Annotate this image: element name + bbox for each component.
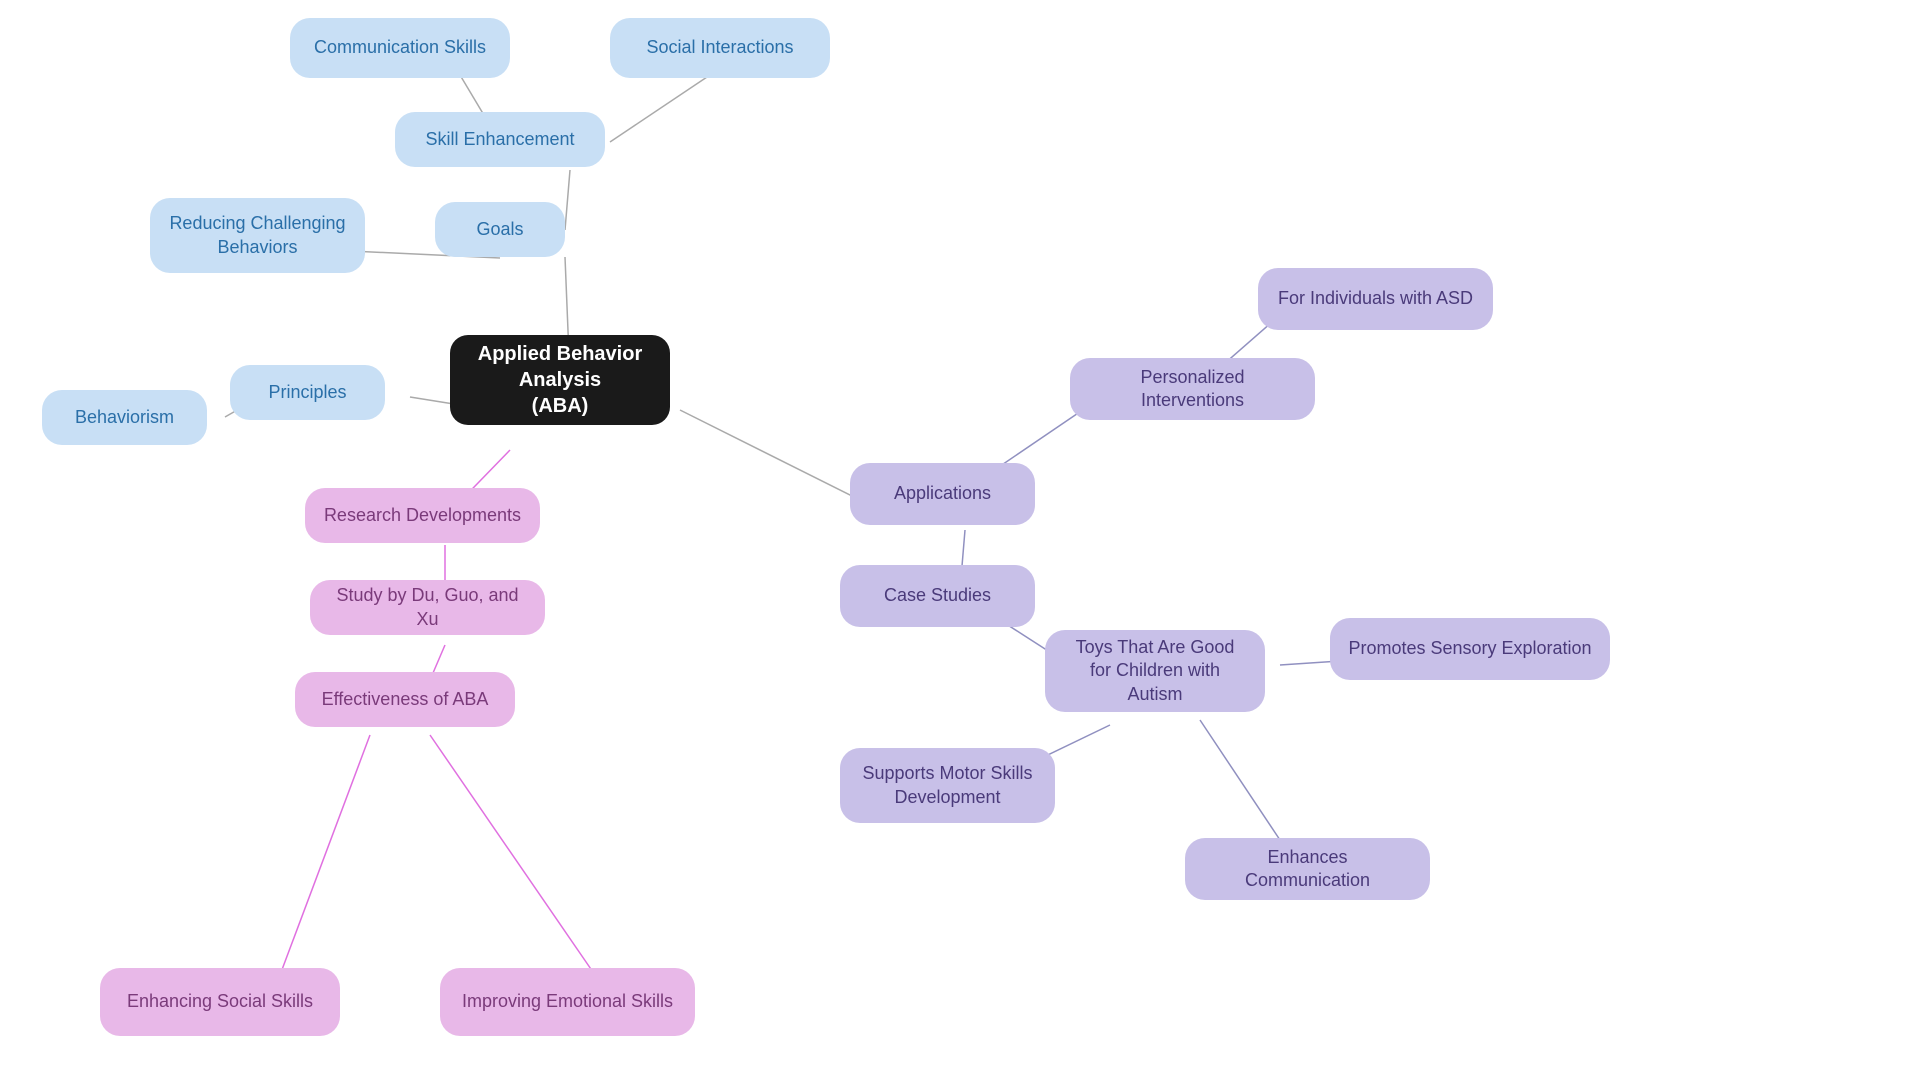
social-interactions-node: Social Interactions xyxy=(610,18,830,78)
effectiveness-aba-label: Effectiveness of ABA xyxy=(322,688,489,711)
reducing-challenging-node: Reducing Challenging Behaviors xyxy=(150,198,365,273)
principles-node: Principles xyxy=(230,365,385,420)
supports-motor-node: Supports Motor Skills Development xyxy=(840,748,1055,823)
skill-enhancement-label: Skill Enhancement xyxy=(425,128,574,151)
communication-skills-node: Communication Skills xyxy=(290,18,510,78)
case-studies-node: Case Studies xyxy=(840,565,1035,627)
for-individuals-asd-label: For Individuals with ASD xyxy=(1278,287,1473,310)
principles-label: Principles xyxy=(268,381,346,404)
reducing-challenging-label: Reducing Challenging Behaviors xyxy=(168,212,347,259)
communication-skills-label: Communication Skills xyxy=(314,36,486,59)
applications-node: Applications xyxy=(850,463,1035,525)
enhancing-social-label: Enhancing Social Skills xyxy=(127,990,313,1013)
applications-label: Applications xyxy=(894,482,991,505)
promotes-sensory-label: Promotes Sensory Exploration xyxy=(1348,637,1591,660)
supports-motor-label: Supports Motor Skills Development xyxy=(858,762,1037,809)
improving-emotional-node: Improving Emotional Skills xyxy=(440,968,695,1036)
behaviorism-label: Behaviorism xyxy=(75,406,174,429)
goals-label: Goals xyxy=(476,218,523,241)
personalized-interventions-node: Personalized Interventions xyxy=(1070,358,1315,420)
social-interactions-label: Social Interactions xyxy=(646,36,793,59)
goals-node: Goals xyxy=(435,202,565,257)
enhances-communication-label: Enhances Communication xyxy=(1203,846,1412,893)
study-du-guo-node: Study by Du, Guo, and Xu xyxy=(310,580,545,635)
toys-that-are-good-label: Toys That Are Good for Children with Aut… xyxy=(1063,636,1247,706)
promotes-sensory-node: Promotes Sensory Exploration xyxy=(1330,618,1610,680)
research-developments-label: Research Developments xyxy=(324,504,521,527)
enhances-communication-node: Enhances Communication xyxy=(1185,838,1430,900)
case-studies-label: Case Studies xyxy=(884,584,991,607)
improving-emotional-label: Improving Emotional Skills xyxy=(462,990,673,1013)
behaviorism-node: Behaviorism xyxy=(42,390,207,445)
personalized-interventions-label: Personalized Interventions xyxy=(1088,366,1297,413)
center-node: Applied Behavior Analysis (ABA) xyxy=(450,335,670,425)
for-individuals-asd-node: For Individuals with ASD xyxy=(1258,268,1493,330)
skill-enhancement-node: Skill Enhancement xyxy=(395,112,605,167)
center-label: Applied Behavior Analysis (ABA) xyxy=(468,341,652,419)
enhancing-social-node: Enhancing Social Skills xyxy=(100,968,340,1036)
study-du-guo-label: Study by Du, Guo, and Xu xyxy=(328,584,527,631)
effectiveness-aba-node: Effectiveness of ABA xyxy=(295,672,515,727)
toys-that-are-good-node: Toys That Are Good for Children with Aut… xyxy=(1045,630,1265,712)
mind-map-connections xyxy=(0,0,1920,1083)
research-developments-node: Research Developments xyxy=(305,488,540,543)
